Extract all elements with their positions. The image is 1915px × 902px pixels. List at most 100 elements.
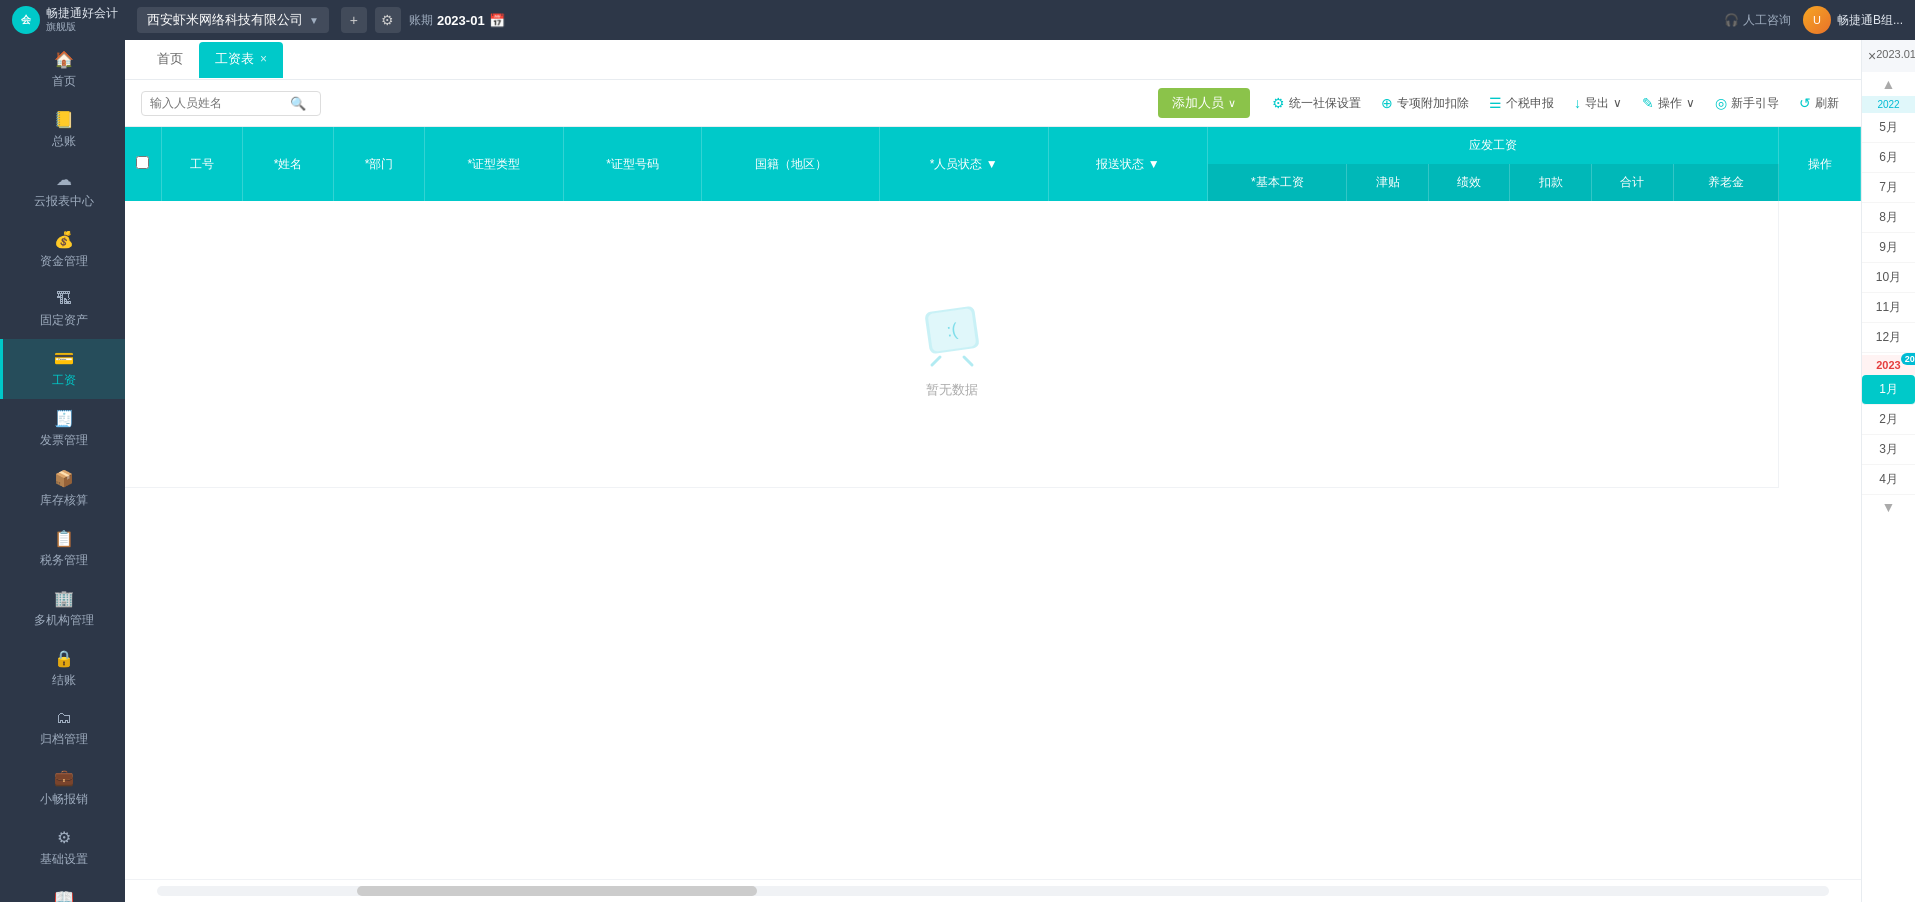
home-icon: 🏠 xyxy=(54,50,74,69)
sidebar-item-assets[interactable]: 🏗 固定资产 xyxy=(0,280,125,339)
sidebar-item-invoice[interactable]: 🧾 发票管理 xyxy=(0,399,125,459)
export-btn[interactable]: ↓ 导出 ∨ xyxy=(1568,91,1628,116)
header-actions: + ⚙ xyxy=(341,7,401,33)
month-2022-08[interactable]: 8月 xyxy=(1862,203,1915,233)
empty-state-cell: :( 暂无数据 xyxy=(125,201,1779,488)
settings-btn[interactable]: ⚙ xyxy=(375,7,401,33)
month-2023-03[interactable]: 3月 xyxy=(1862,435,1915,465)
tab-bar: 首页 工资表 × xyxy=(125,40,1861,80)
tax-declare-btn[interactable]: ☰ 个税申报 xyxy=(1483,91,1560,116)
sidebar-item-cloud-report[interactable]: ☁ 云报表中心 xyxy=(0,160,125,220)
deduction-icon: ⊕ xyxy=(1381,95,1393,111)
sidebar-item-guide[interactable]: 📖 新手引导 xyxy=(0,878,125,902)
sidebar-item-close-period[interactable]: 🔒 结账 xyxy=(0,639,125,699)
multi-org-icon: 🏢 xyxy=(54,589,74,608)
sidebar-item-tax[interactable]: 📋 税务管理 xyxy=(0,519,125,579)
user-info[interactable]: U 畅捷通B组... xyxy=(1803,6,1903,34)
human-service-btn[interactable]: 🎧 人工咨询 xyxy=(1724,12,1791,29)
month-2022-09[interactable]: 9月 xyxy=(1862,233,1915,263)
period-value: 2023-01 xyxy=(437,13,485,28)
month-2023-04[interactable]: 4月 xyxy=(1862,465,1915,495)
guide-icon: 📖 xyxy=(54,888,74,902)
sidebar-item-settings[interactable]: ⚙ 基础设置 xyxy=(0,818,125,878)
th-actions: 操作 xyxy=(1779,127,1861,201)
right-panel-header: × 2023.01 ⤢ xyxy=(1862,40,1915,72)
add-company-btn[interactable]: + xyxy=(341,7,367,33)
operate-btn[interactable]: ✎ 操作 ∨ xyxy=(1636,91,1701,116)
fund-icon: 💰 xyxy=(54,230,74,249)
refresh-icon: ↺ xyxy=(1799,95,1811,111)
svg-line-3 xyxy=(932,357,940,365)
add-dropdown-arrow: ∨ xyxy=(1228,97,1236,110)
scrollbar-thumb[interactable] xyxy=(357,886,757,896)
archive-icon: 🗂 xyxy=(56,709,72,727)
sidebar-item-inventory[interactable]: 📦 库存核算 xyxy=(0,459,125,519)
search-input[interactable] xyxy=(150,96,290,110)
social-insurance-btn[interactable]: ⚙ 统一社保设置 xyxy=(1266,91,1367,116)
toolbar-actions: ⚙ 统一社保设置 ⊕ 专项附加扣除 ☰ 个税申报 ↓ 导出 ∨ ✎ xyxy=(1266,91,1845,116)
close-period-icon: 🔒 xyxy=(54,649,74,668)
calendar-icon[interactable]: 📅 xyxy=(489,13,505,28)
horizontal-scrollbar[interactable] xyxy=(157,886,1829,896)
year-2022-label: 2022 xyxy=(1862,96,1915,113)
sidebar-item-multi-org[interactable]: 🏢 多机构管理 xyxy=(0,579,125,639)
th-employee-id: 工号 xyxy=(161,127,243,201)
month-2023-01[interactable]: 1月 xyxy=(1862,375,1915,405)
assets-icon: 🏗 xyxy=(56,290,72,308)
th-status: *人员状态 ▼ xyxy=(879,127,1048,201)
tab-close-btn[interactable]: × xyxy=(260,52,267,66)
app-edition: 旗舰版 xyxy=(46,20,118,34)
th-cert-no: *证型号码 xyxy=(563,127,702,201)
search-wrapper: 🔍 xyxy=(141,91,321,116)
panel-close-btn[interactable]: × xyxy=(1868,48,1876,64)
tax-icon: 📋 xyxy=(54,529,74,548)
tab-home[interactable]: 首页 xyxy=(141,42,199,78)
company-selector[interactable]: 西安虾米网络科技有限公司 ▼ xyxy=(137,7,329,33)
th-salary-group: 应发工资 xyxy=(1208,127,1779,164)
year-2023-label: 2023 2023 xyxy=(1862,355,1915,375)
special-deduction-btn[interactable]: ⊕ 专项附加扣除 xyxy=(1375,91,1475,116)
payroll-table: 工号 *姓名 *部门 *证型类型 *证型号码 国籍（地区） *人员状态 ▼ 报送… xyxy=(125,127,1861,488)
operate-arrow: ∨ xyxy=(1686,96,1695,110)
select-all-checkbox[interactable] xyxy=(136,156,149,169)
new-guide-btn[interactable]: ◎ 新手引导 xyxy=(1709,91,1785,116)
sidebar-item-expense[interactable]: 💼 小畅报销 xyxy=(0,758,125,818)
year-badge: 2023 xyxy=(1901,353,1915,365)
table-body: :( 暂无数据 xyxy=(125,201,1861,488)
empty-state: :( 暂无数据 xyxy=(133,209,1770,479)
ledger-icon: 📒 xyxy=(54,110,74,129)
sidebar-item-archive[interactable]: 🗂 归档管理 xyxy=(0,699,125,758)
scroll-down-btn[interactable]: ▼ xyxy=(1862,495,1915,519)
month-2022-12[interactable]: 12月 xyxy=(1862,323,1915,353)
user-avatar: U xyxy=(1803,6,1831,34)
expense-icon: 💼 xyxy=(54,768,74,787)
sidebar-item-home[interactable]: 🏠 首页 xyxy=(0,40,125,100)
tab-payroll[interactable]: 工资表 × xyxy=(199,42,283,78)
social-icon: ⚙ xyxy=(1272,95,1285,111)
month-2022-10[interactable]: 10月 xyxy=(1862,263,1915,293)
export-arrow: ∨ xyxy=(1613,96,1622,110)
guide-circle-icon: ◎ xyxy=(1715,95,1727,111)
th-cert-type: *证型类型 xyxy=(425,127,564,201)
refresh-btn[interactable]: ↺ 刷新 xyxy=(1793,91,1845,116)
empty-icon: :( xyxy=(912,289,992,369)
sidebar-item-payroll[interactable]: 💳 工资 xyxy=(0,339,125,399)
month-2023-02[interactable]: 2月 xyxy=(1862,405,1915,435)
table-header-row-1: 工号 *姓名 *部门 *证型类型 *证型号码 国籍（地区） *人员状态 ▼ 报送… xyxy=(125,127,1861,164)
th-name: *姓名 xyxy=(243,127,334,201)
empty-text: 暂无数据 xyxy=(926,381,978,399)
month-2022-05[interactable]: 5月 xyxy=(1862,113,1915,143)
user-name: 畅捷通B组... xyxy=(1837,12,1903,29)
search-icon[interactable]: 🔍 xyxy=(290,96,306,111)
invoice-icon: 🧾 xyxy=(54,409,74,428)
month-2022-11[interactable]: 11月 xyxy=(1862,293,1915,323)
scroll-up-btn[interactable]: ▲ xyxy=(1862,72,1915,96)
month-2022-07[interactable]: 7月 xyxy=(1862,173,1915,203)
th-base-salary: *基本工资 xyxy=(1208,164,1347,201)
add-person-btn[interactable]: 添加人员 ∨ xyxy=(1158,88,1250,118)
app-logo-icon: 会 xyxy=(12,6,40,34)
month-2022-06[interactable]: 6月 xyxy=(1862,143,1915,173)
select-all-th xyxy=(125,127,161,201)
sidebar-item-ledger[interactable]: 📒 总账 xyxy=(0,100,125,160)
sidebar-item-fund[interactable]: 💰 资金管理 xyxy=(0,220,125,280)
